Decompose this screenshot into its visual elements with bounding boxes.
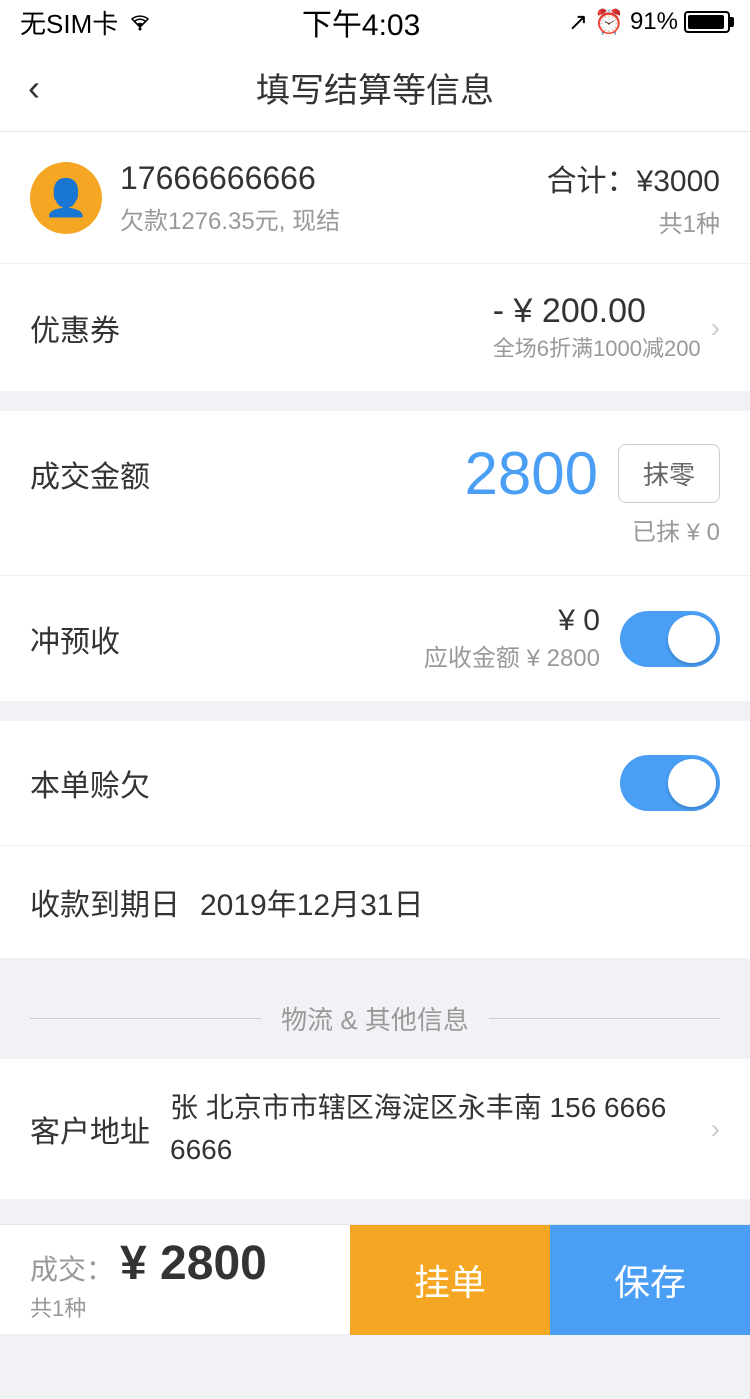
address-value: 张 北京市市辖区海淀区永丰南 156 6666 6666: [170, 1087, 711, 1171]
debit-toggle[interactable]: [620, 755, 720, 811]
debit-toggle-knob: [668, 759, 716, 807]
deal-label: 成交金额: [30, 452, 150, 496]
pre-amount-block: ¥ 0 应收金额 ¥ 2800: [424, 604, 600, 673]
logistics-line-left: [30, 1018, 261, 1019]
hang-button[interactable]: 挂单: [350, 1225, 550, 1335]
coupon-right: - ¥ 200.00 全场6折满1000减200 ›: [493, 292, 720, 363]
battery-icon: [684, 11, 730, 33]
deal-amount: 2800: [465, 439, 598, 508]
battery-percent: 91%: [630, 8, 678, 36]
back-button[interactable]: ‹: [28, 67, 40, 109]
logistics-line-right: [489, 1018, 720, 1019]
pre-sub: 应收金额 ¥ 2800: [424, 638, 600, 673]
status-time: 下午4:03: [302, 0, 420, 44]
customer-right: 合计：¥3000 共1种: [547, 156, 720, 239]
wifi-icon: [126, 7, 154, 38]
page-title: 填写结算等信息: [256, 63, 494, 112]
status-left: 无SIM卡: [20, 4, 154, 41]
no-sim-text: 无SIM卡: [20, 4, 118, 41]
section-divider-2: [0, 701, 750, 721]
pre-collection-label: 冲预收: [30, 617, 120, 661]
coupon-info: - ¥ 200.00 全场6折满1000减200: [493, 292, 701, 363]
section-divider-3: [0, 958, 750, 978]
debit-label: 本单赊欠: [30, 761, 150, 805]
alarm-icon: ⏰: [594, 8, 624, 37]
save-button[interactable]: 保存: [550, 1225, 750, 1335]
due-date-label: 收款到期日: [30, 880, 180, 924]
section-divider-1: [0, 391, 750, 411]
due-date-value: 2019年12月31日: [200, 880, 423, 924]
status-right: ↗ ⏰ 91%: [568, 8, 730, 37]
location-icon: ↗: [568, 8, 588, 37]
pre-collection-right: ¥ 0 应收金额 ¥ 2800: [424, 604, 720, 673]
bottom-amount: ¥ 2800: [120, 1236, 267, 1291]
debit-row: 本单赊欠: [0, 721, 750, 845]
total-count: 共1种: [547, 204, 720, 239]
logistics-label: 物流 & 其他信息: [261, 1000, 489, 1037]
pre-collection-row: 冲预收 ¥ 0 应收金额 ¥ 2800: [0, 575, 750, 701]
bottom-deal-label: 成交：: [30, 1248, 114, 1288]
coupon-row[interactable]: 优惠券 - ¥ 200.00 全场6折满1000减200 ›: [0, 263, 750, 391]
bottom-info: 成交： ¥ 2800 共1种: [0, 1236, 350, 1323]
coupon-discount: - ¥ 200.00: [493, 292, 701, 331]
bottom-deal-row: 成交： ¥ 2800: [30, 1236, 320, 1291]
status-bar: 无SIM卡 下午4:03 ↗ ⏰ 91%: [0, 0, 750, 44]
avatar-icon: 👤: [44, 177, 89, 219]
customer-row: 👤 17666666666 欠款1276.35元, 现结 合计：¥3000 共1…: [0, 132, 750, 263]
coupon-detail: 全场6折满1000减200: [493, 331, 701, 363]
address-chevron-icon: ›: [711, 1113, 720, 1145]
customer-phone: 17666666666: [120, 160, 340, 197]
nav-bar: ‹ 填写结算等信息: [0, 44, 750, 132]
deal-sub: 已抹 ¥ 0: [30, 512, 720, 547]
avatar: 👤: [30, 162, 102, 234]
pre-amount: ¥ 0: [424, 604, 600, 638]
toggle-knob: [668, 615, 716, 663]
bottom-count: 共1种: [30, 1291, 320, 1323]
coupon-label: 优惠券: [30, 306, 120, 350]
deal-row: 成交金额 2800 抹零: [30, 439, 720, 508]
deal-right: 2800 抹零: [465, 439, 721, 508]
logistics-header: 物流 & 其他信息: [0, 978, 750, 1059]
deal-section: 成交金额 2800 抹零 已抹 ¥ 0: [0, 411, 750, 575]
chevron-right-icon: ›: [711, 312, 720, 344]
round-button[interactable]: 抹零: [618, 444, 720, 503]
pre-collection-toggle[interactable]: [620, 611, 720, 667]
customer-left: 👤 17666666666 欠款1276.35元, 现结: [30, 160, 340, 236]
address-row[interactable]: 客户地址 张 北京市市辖区海淀区永丰南 156 6666 6666 ›: [0, 1059, 750, 1199]
bottom-bar: 成交： ¥ 2800 共1种 挂单 保存: [0, 1224, 750, 1334]
customer-sub: 欠款1276.35元, 现结: [120, 201, 340, 236]
total-amount: 合计：¥3000: [547, 156, 720, 200]
customer-info: 17666666666 欠款1276.35元, 现结: [120, 160, 340, 236]
address-label: 客户地址: [30, 1107, 150, 1151]
due-date-row: 收款到期日 2019年12月31日: [0, 845, 750, 958]
